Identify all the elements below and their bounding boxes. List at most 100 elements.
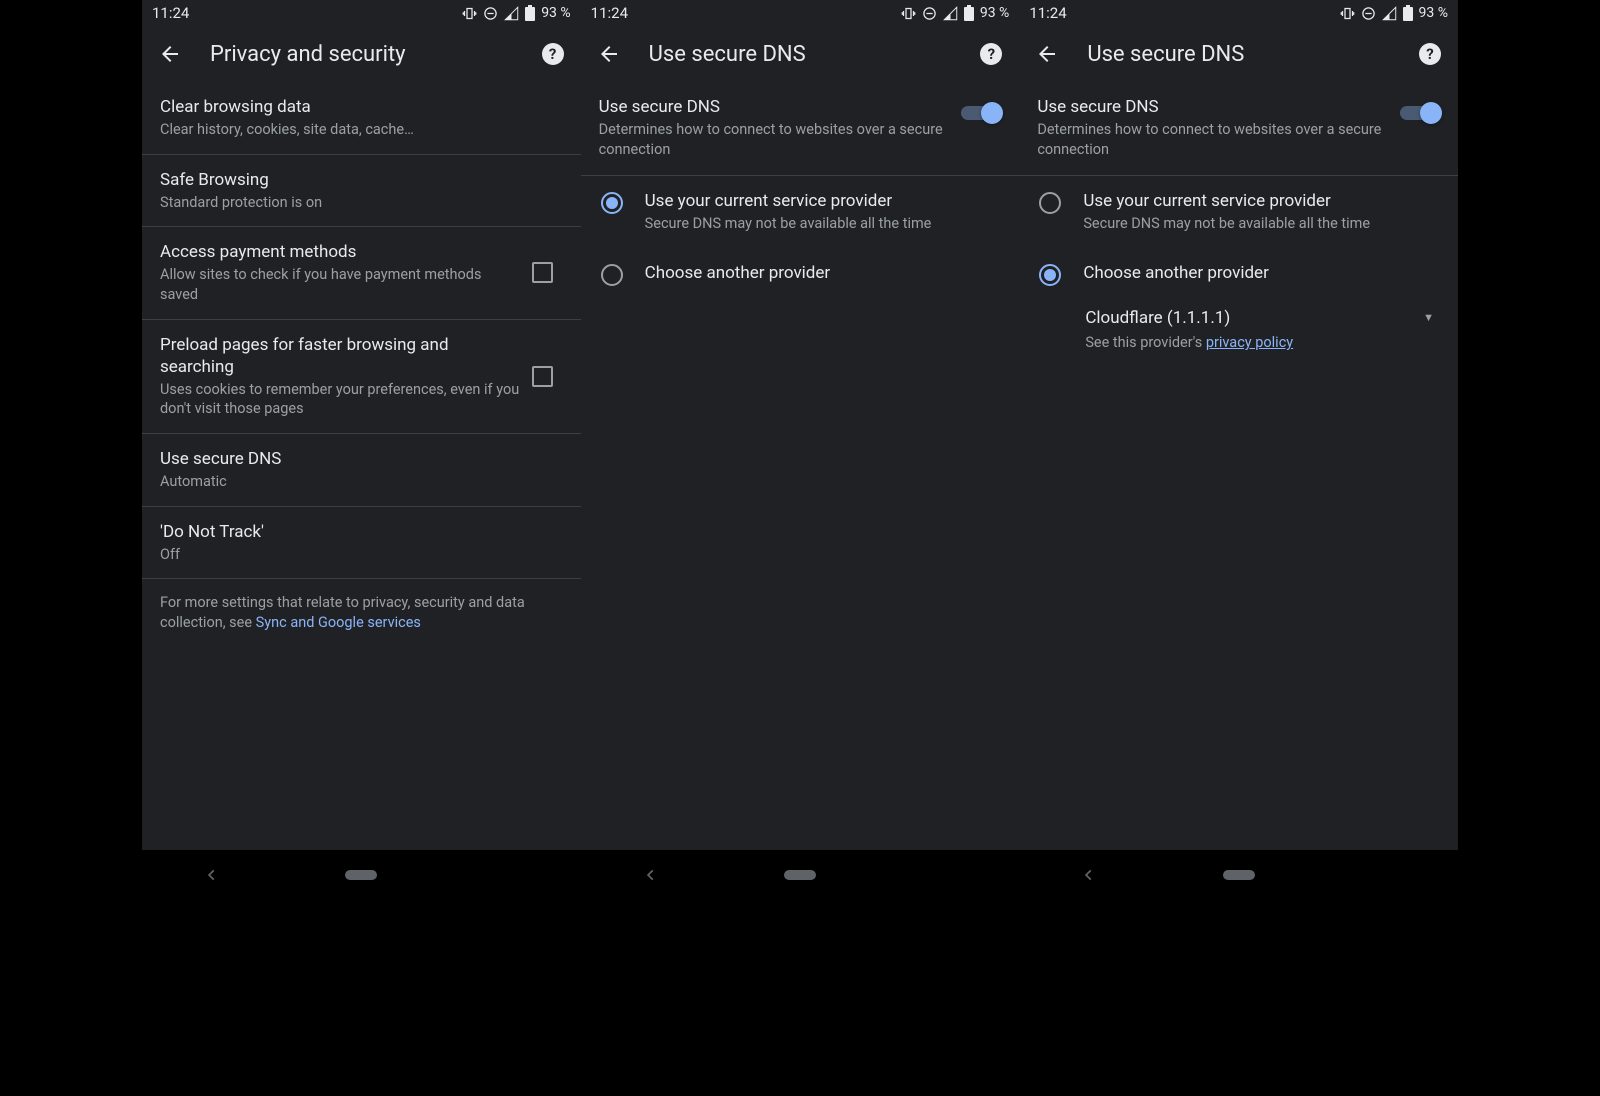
radio-unselected-icon xyxy=(1039,192,1061,214)
arrow-back-icon xyxy=(158,42,182,66)
back-button[interactable] xyxy=(1027,34,1067,74)
chevron-down-icon: ▼ xyxy=(1423,311,1434,324)
dnd-icon xyxy=(922,6,937,21)
item-clear-browsing-data[interactable]: Clear browsing data Clear history, cooki… xyxy=(142,82,581,155)
item-preload-pages[interactable]: Preload pages for faster browsing and se… xyxy=(142,320,581,434)
item-title: 'Do Not Track' xyxy=(160,521,551,543)
item-use-secure-dns[interactable]: Use secure DNS Automatic xyxy=(142,434,581,507)
item-sub: Standard protection is on xyxy=(160,193,551,213)
status-time: 11:24 xyxy=(152,4,189,22)
arrow-back-icon xyxy=(1035,42,1059,66)
secure-dns-switch[interactable] xyxy=(961,102,1001,124)
signal-icon xyxy=(504,6,519,21)
item-sub: Allow sites to check if you have payment… xyxy=(160,265,520,304)
status-battery: 93 % xyxy=(1419,5,1448,21)
checkbox[interactable] xyxy=(532,262,553,283)
item-sub: Clear history, cookies, site data, cache… xyxy=(160,120,551,140)
option-choose-another[interactable]: Choose another provider xyxy=(1019,248,1458,300)
status-battery: 93 % xyxy=(980,5,1009,21)
item-do-not-track[interactable]: 'Do Not Track' Off xyxy=(142,507,581,580)
dnd-icon xyxy=(1361,6,1376,21)
item-title: Access payment methods xyxy=(160,241,520,263)
toggle-title: Use secure DNS xyxy=(1037,96,1388,118)
item-title: Preload pages for faster browsing and se… xyxy=(160,334,520,378)
item-title: Clear browsing data xyxy=(160,96,551,118)
provider-selected: Cloudflare (1.1.1.1) xyxy=(1085,308,1423,328)
sync-services-link[interactable]: Sync and Google services xyxy=(256,614,421,631)
radio-selected-icon xyxy=(601,192,623,214)
option-sub: Secure DNS may not be available all the … xyxy=(1083,214,1428,234)
item-sub: Uses cookies to remember your preference… xyxy=(160,380,520,419)
back-button[interactable] xyxy=(589,34,629,74)
help-icon: ? xyxy=(1419,43,1441,65)
status-bar: 11:24 93 % xyxy=(581,0,1020,26)
app-bar: Use secure DNS ? xyxy=(581,26,1020,82)
signal-icon xyxy=(943,6,958,21)
provider-policy-text: See this provider's privacy policy xyxy=(1019,334,1458,365)
footer-text: For more settings that relate to privacy… xyxy=(142,579,581,648)
arrow-back-icon xyxy=(597,42,621,66)
status-time: 11:24 xyxy=(1029,4,1066,22)
item-sub: Off xyxy=(160,545,551,565)
navigation-bar xyxy=(581,850,1020,900)
toggle-title: Use secure DNS xyxy=(599,96,950,118)
checkbox[interactable] xyxy=(532,366,553,387)
navigation-bar xyxy=(142,850,581,900)
option-current-provider[interactable]: Use your current service provider Secure… xyxy=(581,176,1020,248)
toggle-sub: Determines how to connect to websites ov… xyxy=(1037,120,1388,159)
help-icon: ? xyxy=(542,43,564,65)
status-time: 11:24 xyxy=(591,4,628,22)
battery-icon xyxy=(525,5,535,21)
secure-dns-toggle-row[interactable]: Use secure DNS Determines how to connect… xyxy=(581,82,1020,176)
status-right: 93 % xyxy=(462,5,570,21)
provider-sub-pre: See this provider's xyxy=(1085,334,1206,351)
pane-secure-dns-custom: 11:24 93 % Use secure DNS ? Use secure D… xyxy=(1019,0,1458,900)
status-right: 93 % xyxy=(901,5,1009,21)
app-bar: Privacy and security ? xyxy=(142,26,581,82)
help-button[interactable]: ? xyxy=(971,34,1011,74)
option-choose-another[interactable]: Choose another provider xyxy=(581,248,1020,300)
nav-back-icon[interactable] xyxy=(644,868,658,882)
help-button[interactable]: ? xyxy=(1410,34,1450,74)
dnd-icon xyxy=(483,6,498,21)
status-right: 93 % xyxy=(1340,5,1448,21)
toggle-sub: Determines how to connect to websites ov… xyxy=(599,120,950,159)
help-button[interactable]: ? xyxy=(533,34,573,74)
nav-back-icon[interactable] xyxy=(1082,868,1096,882)
nav-home-pill[interactable] xyxy=(1223,870,1255,880)
battery-icon xyxy=(964,5,974,21)
vibrate-icon xyxy=(1340,6,1355,21)
battery-icon xyxy=(1403,5,1413,21)
item-title: Safe Browsing xyxy=(160,169,551,191)
option-title: Choose another provider xyxy=(645,262,990,284)
status-bar: 11:24 93 % xyxy=(1019,0,1458,26)
nav-back-icon[interactable] xyxy=(205,868,219,882)
radio-selected-icon xyxy=(1039,264,1061,286)
app-bar: Use secure DNS ? xyxy=(1019,26,1458,82)
item-safe-browsing[interactable]: Safe Browsing Standard protection is on xyxy=(142,155,581,228)
status-battery: 93 % xyxy=(541,5,570,21)
option-sub: Secure DNS may not be available all the … xyxy=(645,214,990,234)
nav-home-pill[interactable] xyxy=(784,870,816,880)
pane-privacy-security: 11:24 93 % Privacy and security ? Clear … xyxy=(142,0,581,900)
back-button[interactable] xyxy=(150,34,190,74)
page-title: Use secure DNS xyxy=(649,42,972,67)
navigation-bar xyxy=(1019,850,1458,900)
page-title: Use secure DNS xyxy=(1087,42,1410,67)
secure-dns-toggle-row[interactable]: Use secure DNS Determines how to connect… xyxy=(1019,82,1458,176)
pane-secure-dns-default: 11:24 93 % Use secure DNS ? Use secure D… xyxy=(581,0,1020,900)
secure-dns-switch[interactable] xyxy=(1400,102,1440,124)
item-access-payment-methods[interactable]: Access payment methods Allow sites to ch… xyxy=(142,227,581,319)
option-title: Use your current service provider xyxy=(645,190,990,212)
item-title: Use secure DNS xyxy=(160,448,551,470)
signal-icon xyxy=(1382,6,1397,21)
page-title: Privacy and security xyxy=(210,42,533,67)
option-title: Choose another provider xyxy=(1083,262,1428,284)
option-current-provider[interactable]: Use your current service provider Secure… xyxy=(1019,176,1458,248)
radio-unselected-icon xyxy=(601,264,623,286)
privacy-policy-link[interactable]: privacy policy xyxy=(1206,334,1293,351)
nav-home-pill[interactable] xyxy=(345,870,377,880)
provider-dropdown[interactable]: Cloudflare (1.1.1.1) ▼ xyxy=(1019,300,1458,334)
vibrate-icon xyxy=(901,6,916,21)
status-bar: 11:24 93 % xyxy=(142,0,581,26)
